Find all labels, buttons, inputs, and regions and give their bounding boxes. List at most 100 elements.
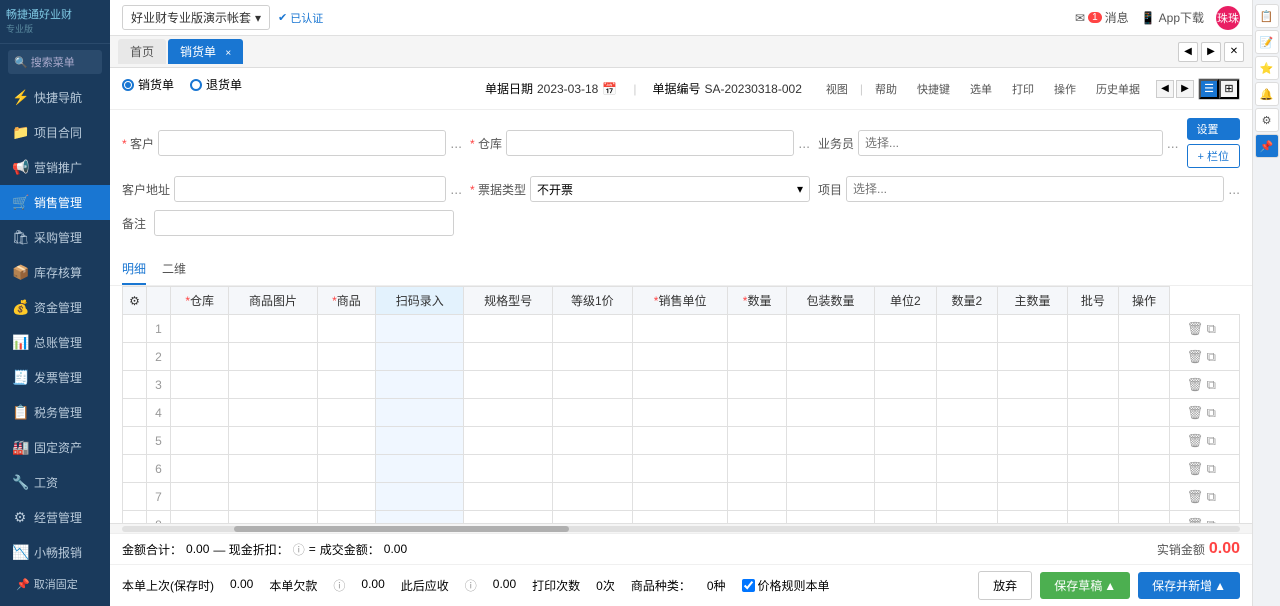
table-cell[interactable] [317, 315, 375, 343]
table-cell[interactable] [171, 399, 229, 427]
table-cell[interactable] [998, 483, 1068, 511]
table-cell[interactable] [728, 399, 786, 427]
table-cell[interactable] [1067, 455, 1118, 483]
table-cell[interactable] [936, 483, 997, 511]
table-cell[interactable] [376, 455, 464, 483]
table-cell[interactable] [171, 343, 229, 371]
number-value[interactable]: SA-20230318-002 [704, 82, 801, 96]
setup-button[interactable]: 设置 [1187, 118, 1240, 140]
table-cell[interactable] [875, 399, 936, 427]
table-cell[interactable] [552, 483, 632, 511]
table-cell[interactable] [936, 343, 997, 371]
table-cell[interactable] [786, 343, 874, 371]
table-cell[interactable] [376, 483, 464, 511]
table-cell[interactable] [376, 511, 464, 524]
table-cell[interactable] [464, 455, 552, 483]
sidebar-item-project[interactable]: 📁 项目合同 [0, 115, 110, 150]
toolbar-prev-btn[interactable]: ◀ [1156, 80, 1174, 98]
table-cell[interactable] [552, 371, 632, 399]
table-cell[interactable] [229, 483, 317, 511]
view-btn[interactable]: 视图 [818, 79, 856, 99]
sidebar-item-funds[interactable]: 💰 资金管理 [0, 290, 110, 325]
table-cell[interactable] [171, 455, 229, 483]
table-cell[interactable] [786, 399, 874, 427]
table-cell[interactable] [376, 427, 464, 455]
table-cell[interactable] [936, 427, 997, 455]
delete-icon[interactable]: 🗑 [1187, 405, 1203, 421]
col-settings[interactable]: ⚙ [123, 287, 147, 315]
table-cell[interactable] [875, 371, 936, 399]
abandon-button[interactable]: 放弃 [978, 571, 1032, 600]
table-cell[interactable] [728, 483, 786, 511]
table-cell[interactable] [464, 399, 552, 427]
table-cell[interactable] [632, 343, 728, 371]
right-panel-btn-5[interactable]: ⚙ [1255, 108, 1279, 132]
table-cell[interactable] [171, 427, 229, 455]
right-panel-btn-1[interactable]: 📋 [1255, 4, 1279, 28]
table-cell[interactable] [464, 427, 552, 455]
radio-sale[interactable]: 销货单 [122, 76, 174, 93]
customer-input[interactable] [158, 130, 446, 156]
copy-icon[interactable]: ⧉ [1207, 349, 1223, 365]
company-selector[interactable]: 好业财专业版演示帐套 ▾ [122, 5, 270, 30]
table-cell[interactable] [786, 511, 874, 524]
search-area[interactable]: 🔍 搜索菜单 [0, 44, 110, 80]
table-cell[interactable] [998, 343, 1068, 371]
sidebar-item-marketing[interactable]: 📢 营销推广 [0, 150, 110, 185]
table-cell[interactable] [786, 371, 874, 399]
table-cell[interactable] [786, 455, 874, 483]
copy-icon[interactable]: ⧉ [1207, 377, 1223, 393]
delete-icon[interactable]: 🗑 [1187, 461, 1203, 477]
table-cell[interactable] [229, 427, 317, 455]
right-panel-btn-2[interactable]: 📝 [1255, 30, 1279, 54]
table-cell[interactable] [728, 315, 786, 343]
table-cell[interactable] [998, 399, 1068, 427]
horizontal-scrollbar[interactable] [110, 523, 1252, 533]
app-download-button[interactable]: 📱 App下载 [1141, 9, 1204, 26]
table-cell[interactable] [552, 343, 632, 371]
table-cell[interactable] [1067, 483, 1118, 511]
table-cell[interactable] [464, 511, 552, 524]
table-cell[interactable] [1118, 343, 1169, 371]
address-input[interactable] [174, 176, 446, 202]
table-cell[interactable] [317, 483, 375, 511]
sidebar-item-inventory[interactable]: 📦 库存核算 [0, 255, 110, 290]
col-qty[interactable]: *数量 [728, 287, 786, 315]
table-cell[interactable] [632, 427, 728, 455]
table-cell[interactable] [317, 343, 375, 371]
right-panel-btn-4[interactable]: 🔔 [1255, 82, 1279, 106]
sidebar-item-labor[interactable]: 🔧 工资 [0, 465, 110, 500]
address-dots[interactable]: ... [450, 181, 462, 197]
note-input[interactable] [154, 210, 454, 236]
table-cell[interactable] [464, 343, 552, 371]
tab-detail[interactable]: 明细 [122, 256, 146, 285]
table-cell[interactable] [229, 371, 317, 399]
copy-icon[interactable]: ⧉ [1207, 405, 1223, 421]
table-cell[interactable] [728, 371, 786, 399]
sidebar-item-tax[interactable]: 📋 税务管理 [0, 395, 110, 430]
table-cell[interactable] [786, 427, 874, 455]
table-cell[interactable] [171, 315, 229, 343]
project-input[interactable] [846, 176, 1224, 202]
view-grid-btn[interactable]: ⊞ [1219, 79, 1239, 99]
sidebar-item-fixed-assets[interactable]: 🏭 固定资产 [0, 430, 110, 465]
table-cell[interactable] [1118, 483, 1169, 511]
table-cell[interactable] [936, 511, 997, 524]
date-value[interactable]: 2023-03-18 [537, 82, 598, 96]
delete-icon[interactable]: 🗑 [1187, 433, 1203, 449]
table-cell[interactable] [464, 315, 552, 343]
table-cell[interactable] [632, 399, 728, 427]
table-cell[interactable] [936, 455, 997, 483]
table-cell[interactable] [875, 483, 936, 511]
table-cell[interactable] [728, 511, 786, 524]
table-cell[interactable] [786, 483, 874, 511]
tab-close-btn[interactable]: ✕ [1224, 42, 1244, 62]
col-scan[interactable]: 扫码录入 [376, 287, 464, 315]
table-cell[interactable] [875, 427, 936, 455]
delete-icon[interactable]: 🗑 [1187, 377, 1203, 393]
copy-icon[interactable]: ⧉ [1207, 433, 1223, 449]
table-cell[interactable] [376, 315, 464, 343]
salesperson-dots[interactable]: ... [1167, 135, 1179, 151]
view-list-btn[interactable]: ☰ [1199, 79, 1219, 99]
message-button[interactable]: ✉ 1 消息 [1075, 9, 1129, 26]
